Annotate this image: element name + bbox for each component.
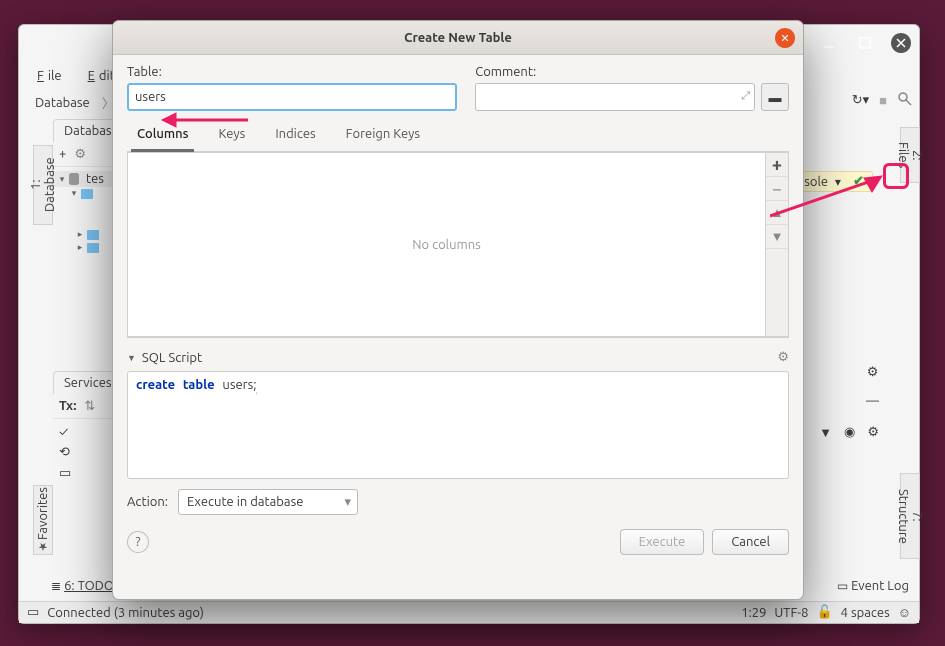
tab-keys[interactable]: Keys — [212, 121, 251, 152]
panel-settings-icon[interactable]: ⚙ — [74, 147, 86, 162]
tab-columns[interactable]: Columns — [131, 121, 194, 152]
search-icon[interactable] — [897, 91, 913, 110]
columns-empty-placeholder: No columns — [127, 152, 765, 337]
side-tab-database[interactable]: 1: Database — [33, 145, 53, 225]
expand-icon[interactable]: ⤢ — [741, 90, 750, 103]
folder-icon — [87, 243, 99, 253]
add-datasource-button[interactable]: + — [59, 147, 66, 162]
status-cursor: 1:29 — [741, 606, 766, 620]
maximize-button[interactable] — [855, 33, 875, 53]
gear-icon[interactable]: ⚙ — [867, 425, 879, 440]
bottom-tab-eventlog[interactable]: ▭ Event Log — [837, 579, 909, 593]
folder-icon — [87, 230, 99, 240]
comment-label: Comment: — [475, 65, 789, 79]
filter-icon[interactable]: ▼ — [819, 425, 832, 440]
add-column-button[interactable]: + — [766, 153, 788, 177]
dialog-tabs: Columns Keys Indices Foreign Keys — [127, 121, 789, 152]
hide-panel-icon[interactable]: — — [866, 394, 879, 408]
sql-editor[interactable]: create table users; — [127, 371, 789, 479]
eye-icon[interactable]: ◉ — [844, 425, 855, 440]
menubar: FFileile Edit — [29, 67, 119, 85]
move-up-button[interactable]: ▲ — [766, 201, 788, 225]
sql-script-label: SQL Script — [142, 351, 202, 365]
remove-column-button[interactable]: − — [766, 177, 788, 201]
status-readonly-icon[interactable]: 🔓 — [816, 605, 832, 620]
tx-label: Tx: — [59, 399, 76, 414]
datasource-icon — [69, 173, 79, 185]
menu-file[interactable]: FFileile — [29, 67, 66, 85]
close-button[interactable] — [891, 33, 911, 53]
action-label: Action: — [127, 495, 168, 509]
side-tab-favorites[interactable]: ★ Favorites — [33, 485, 53, 555]
minimize-button[interactable] — [819, 33, 839, 53]
tab-indices[interactable]: Indices — [269, 121, 321, 152]
stop-icon[interactable]: ■ — [879, 93, 887, 108]
sql-collapse-icon[interactable]: ▼ — [127, 353, 136, 363]
status-indent[interactable]: 4 spaces — [841, 606, 890, 620]
tx-icon[interactable]: ⇅ — [84, 399, 95, 414]
status-icon: ▭ — [27, 605, 39, 620]
sync-icon[interactable]: ↻▾ — [852, 93, 869, 108]
bottom-tab-todo[interactable]: ≣ 6: TODO — [51, 579, 114, 593]
comment-input[interactable]: ⤢ — [475, 83, 755, 111]
execute-button[interactable]: Execute — [620, 529, 705, 555]
side-tab-files[interactable]: 2: Files — [900, 127, 920, 183]
table-name-label: Table: — [127, 65, 457, 79]
cancel-button[interactable]: Cancel — [712, 529, 789, 555]
move-down-button[interactable]: ▼ — [766, 225, 788, 249]
folder-icon — [81, 189, 93, 199]
status-bar: ▭ Connected (3 minutes ago) 1:29 UTF-8 🔓… — [19, 601, 919, 623]
help-button[interactable]: ? — [127, 531, 149, 553]
breadcrumb-database[interactable]: Database — [29, 94, 96, 112]
dialog-close-button[interactable]: ✕ — [775, 28, 795, 48]
check-icon: ✔ — [853, 174, 864, 189]
comment-icon: ▬ — [769, 90, 782, 105]
side-tab-structure[interactable]: 7: Structure — [900, 473, 920, 559]
table-name-input[interactable] — [127, 83, 457, 111]
action-select[interactable]: Execute in database — [178, 489, 358, 515]
comment-attach-button[interactable]: ▬ — [761, 83, 789, 111]
status-encoding[interactable]: UTF-8 — [774, 606, 808, 620]
create-table-dialog: Create New Table ✕ Table: Comment: ⤢ ▬ C… — [112, 20, 804, 600]
dialog-title: Create New Table — [404, 31, 512, 45]
status-inspector-icon[interactable]: ☺ — [898, 605, 911, 620]
tab-foreign-keys[interactable]: Foreign Keys — [340, 121, 426, 152]
sql-settings-icon[interactable]: ⚙ — [777, 350, 789, 365]
status-connection: Connected (3 minutes ago) — [47, 606, 204, 620]
services-settings-icon[interactable]: ⚙ — [867, 365, 879, 380]
dialog-titlebar[interactable]: Create New Table ✕ — [113, 21, 803, 55]
